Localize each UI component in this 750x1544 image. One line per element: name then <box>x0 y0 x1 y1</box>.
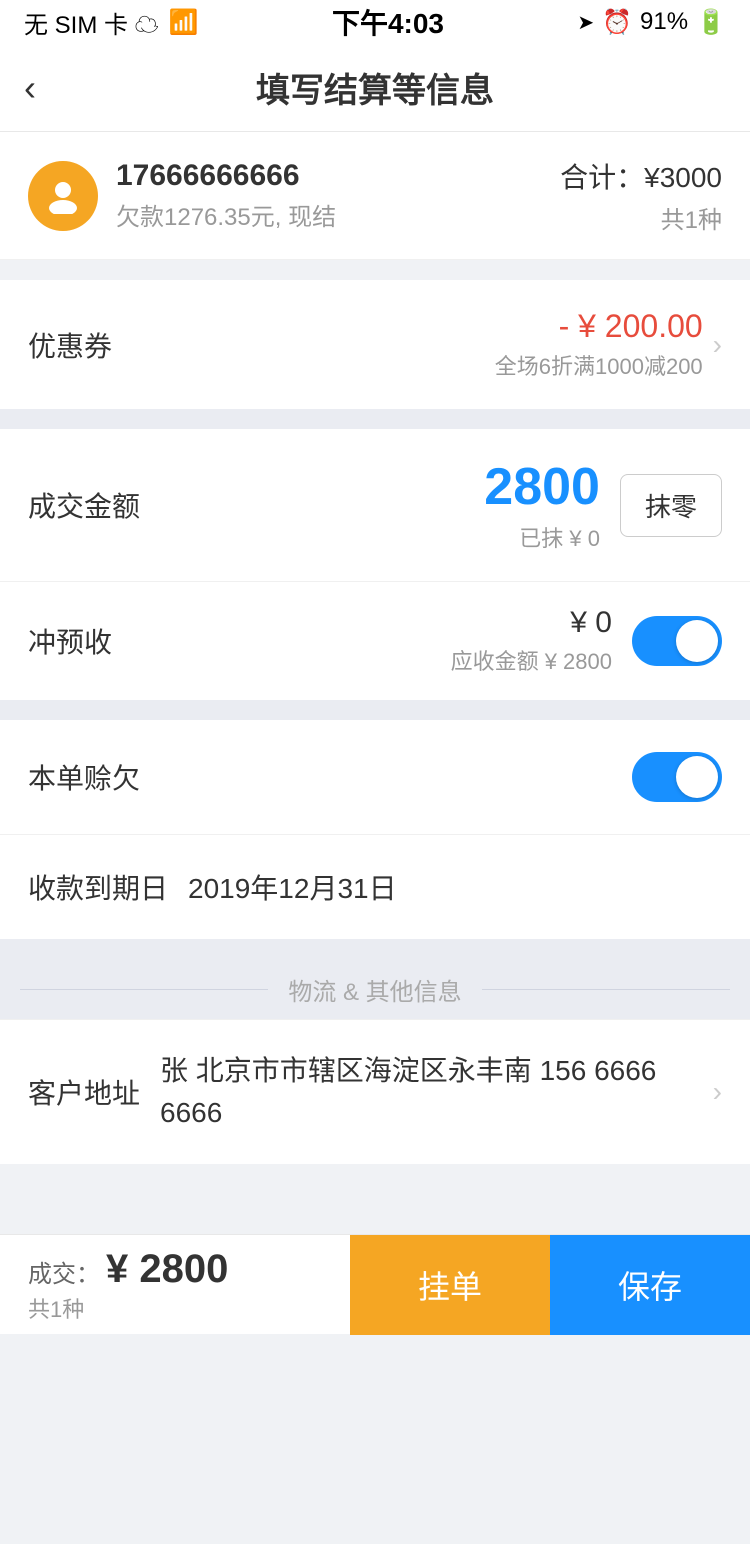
deal-right: 2800 已抹 ¥ 0 抹零 <box>484 457 722 553</box>
bottom-deal-row: 成交： ¥ 2800 <box>28 1245 322 1292</box>
bottom-deal-info: 成交： ¥ 2800 共1种 <box>0 1245 350 1324</box>
flush-value-wrap: ¥ 0 应收金额 ¥ 2800 <box>451 606 612 676</box>
debt-section: 本单赊欠 收款到期日 2019年12月31日 <box>0 720 750 939</box>
divider-line-left <box>20 989 268 990</box>
total-label-value: 合计：¥3000 <box>560 156 722 196</box>
battery-text: 91% <box>640 8 688 36</box>
deal-amount-label: 成交金额 <box>28 485 140 525</box>
wifi-icon: 📶 <box>169 8 199 37</box>
round-zero-button[interactable]: 抹零 <box>620 474 722 537</box>
location-icon: ➤ <box>577 10 594 35</box>
deal-amount-wrap: 2800 已抹 ¥ 0 <box>484 457 600 553</box>
total-value: ¥3000 <box>644 162 722 193</box>
duedate-label: 收款到期日 <box>28 867 168 907</box>
back-button[interactable]: ‹ <box>24 67 36 109</box>
deal-amount-value: 2800 <box>484 457 600 517</box>
flush-amount: ¥ 0 <box>451 606 612 640</box>
page-title: 填写结算等信息 <box>256 63 494 112</box>
user-left: 17666666666 欠款1276.35元, 现结 <box>28 159 336 232</box>
coupon-label: 优惠券 <box>28 325 112 365</box>
debt-label: 本单赊欠 <box>28 757 140 797</box>
nav-bar: ‹ 填写结算等信息 <box>0 44 750 132</box>
save-button[interactable]: 保存 <box>550 1235 750 1335</box>
user-sub: 欠款1276.35元, 现结 <box>116 197 336 232</box>
section-gap-1 <box>0 409 750 429</box>
hold-order-button[interactable]: 挂单 <box>350 1235 550 1335</box>
section-gap-2 <box>0 700 750 720</box>
status-left: 无 SIM 卡 ☁ 📶 <box>24 5 199 40</box>
user-info: 17666666666 欠款1276.35元, 现结 <box>116 159 336 232</box>
logistics-divider: 物流 & 其他信息 <box>0 959 750 1019</box>
alarm-icon: ⏰ <box>602 8 632 37</box>
flush-prepay-label: 冲预收 <box>28 621 112 661</box>
status-time: 下午4:03 <box>332 2 444 42</box>
address-row[interactable]: 客户地址 张 北京市市辖区海淀区永丰南 156 6666 6666 › <box>0 1019 750 1164</box>
divider-text: 物流 & 其他信息 <box>288 972 461 1007</box>
deal-amount-sub: 已抹 ¥ 0 <box>484 521 600 553</box>
item-count: 共1种 <box>560 200 722 235</box>
address-section: 客户地址 张 北京市市辖区海淀区永丰南 156 6666 6666 › <box>0 1019 750 1164</box>
coupon-chevron: › <box>713 329 722 361</box>
deal-amount-row: 成交金额 2800 已抹 ¥ 0 抹零 <box>0 429 750 581</box>
no-sim-text: 无 SIM 卡 ☁ <box>24 5 159 40</box>
user-row: 17666666666 欠款1276.35元, 现结 合计：¥3000 共1种 <box>0 132 750 259</box>
bottom-deal-count: 共1种 <box>28 1292 322 1324</box>
duedate-value: 2019年12月31日 <box>188 867 397 907</box>
total-label: 合计： <box>560 162 644 193</box>
user-phone: 17666666666 <box>116 159 336 193</box>
user-right: 合计：¥3000 共1种 <box>560 156 722 235</box>
duedate-row: 收款到期日 2019年12月31日 <box>0 834 750 939</box>
coupon-value: - ¥ 200.00 全场6折满1000减200 <box>495 308 703 381</box>
bottom-deal-amount: ¥ 2800 <box>106 1247 228 1292</box>
address-value: 张 北京市市辖区海淀区永丰南 156 6666 6666 <box>160 1050 713 1134</box>
bottom-bar: 成交： ¥ 2800 共1种 挂单 保存 <box>0 1234 750 1334</box>
debt-row: 本单赊欠 <box>0 720 750 834</box>
coupon-amount: - ¥ 200.00 <box>495 308 703 345</box>
user-card-section: 17666666666 欠款1276.35元, 现结 合计：¥3000 共1种 <box>0 132 750 260</box>
coupon-row[interactable]: 优惠券 - ¥ 200.00 全场6折满1000减200 › <box>0 280 750 409</box>
flush-right: ¥ 0 应收金额 ¥ 2800 <box>451 606 722 676</box>
divider-line-right <box>482 989 730 990</box>
deal-amount-section: 成交金额 2800 已抹 ¥ 0 抹零 冲预收 ¥ 0 应收金额 ¥ 2800 <box>0 429 750 700</box>
flush-sub: 应收金额 ¥ 2800 <box>451 644 612 676</box>
coupon-section: 优惠券 - ¥ 200.00 全场6折满1000减200 › <box>0 280 750 409</box>
debt-toggle[interactable] <box>632 752 722 802</box>
status-bar: 无 SIM 卡 ☁ 📶 下午4:03 ➤ ⏰ 91% 🔋 <box>0 0 750 44</box>
avatar <box>28 161 98 231</box>
section-gap-3 <box>0 939 750 959</box>
address-label: 客户地址 <box>28 1072 140 1112</box>
address-chevron: › <box>713 1076 722 1108</box>
coupon-right: - ¥ 200.00 全场6折满1000减200 › <box>495 308 722 381</box>
flush-prepay-toggle[interactable] <box>632 616 722 666</box>
bottom-deal-label: 成交： <box>28 1254 100 1289</box>
battery-icon: 🔋 <box>696 8 726 37</box>
status-right: ➤ ⏰ 91% 🔋 <box>577 8 726 37</box>
coupon-desc: 全场6折满1000减200 <box>495 349 703 381</box>
flush-prepay-row: 冲预收 ¥ 0 应收金额 ¥ 2800 <box>0 581 750 700</box>
